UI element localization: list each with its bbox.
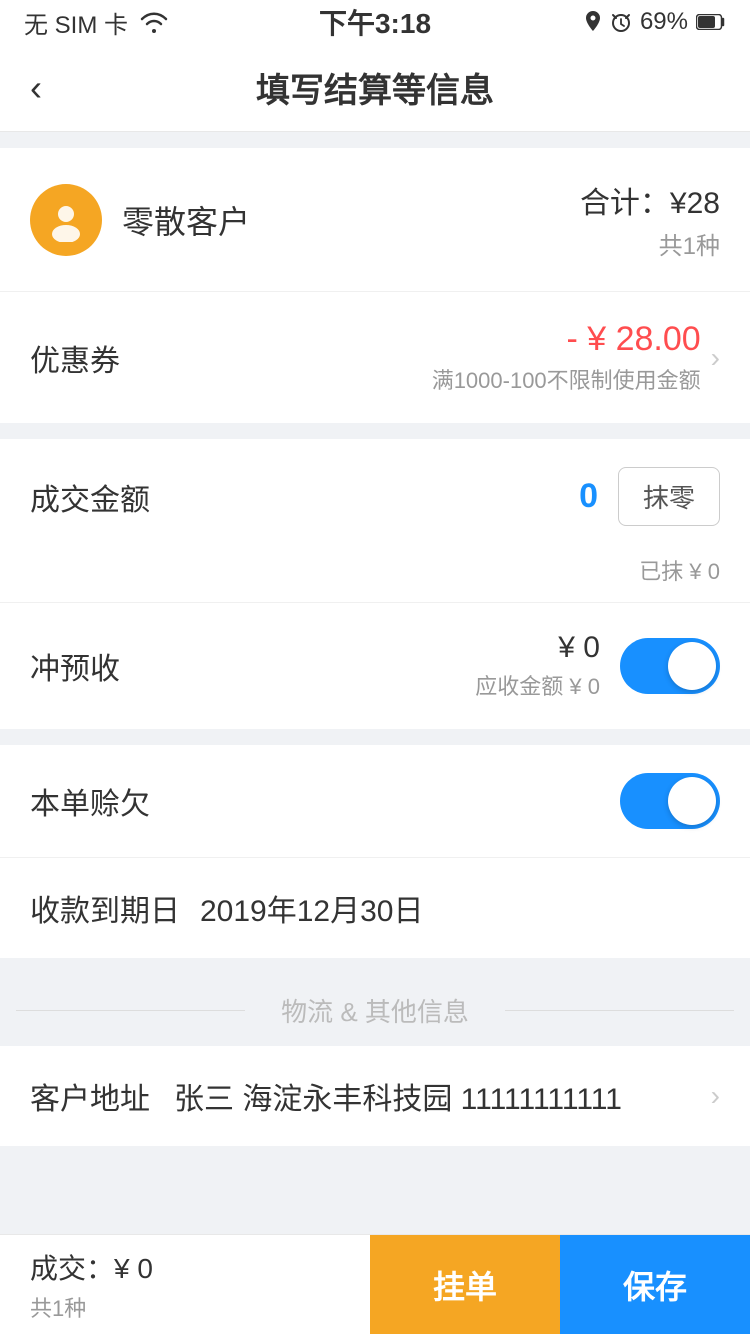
due-date-row: 收款到期日 2019年12月30日 xyxy=(0,857,750,958)
customer-row: 零散客户 合计：¥28 共1种 xyxy=(0,148,750,291)
address-label: 客户地址 xyxy=(30,1074,150,1118)
page-title: 填写结算等信息 xyxy=(256,63,494,112)
avatar xyxy=(30,184,102,256)
prereceive-toggle[interactable] xyxy=(620,638,720,694)
prereceive-right: ¥ 0 应收金额 ¥ 0 xyxy=(475,631,720,701)
round-zero-button[interactable]: 抹零 xyxy=(618,467,720,526)
address-value: 张三 海淀永丰科技园 11111111111 xyxy=(174,1074,701,1118)
toggle-knob xyxy=(668,642,716,690)
debt-label: 本单赊欠 xyxy=(30,779,150,823)
wifi-icon xyxy=(138,11,170,33)
divider-line-right xyxy=(505,1010,734,1011)
coupon-desc: 满1000-100不限制使用金额 xyxy=(432,363,701,395)
deal-sub-text: 已抹 ¥ 0 xyxy=(0,554,750,602)
bottom-deal-label: 成交：¥ 0 xyxy=(30,1247,340,1287)
debt-row: 本单赊欠 xyxy=(0,745,750,857)
customer-summary: 合计：¥28 共1种 xyxy=(580,178,720,261)
hold-button[interactable]: 挂单 xyxy=(370,1235,560,1334)
total-count: 共1种 xyxy=(580,226,720,261)
customer-left: 零散客户 xyxy=(30,184,250,256)
debt-toggle-knob xyxy=(668,777,716,825)
prereceive-values: ¥ 0 应收金额 ¥ 0 xyxy=(475,631,600,701)
debt-toggle[interactable] xyxy=(620,773,720,829)
chevron-right-icon: › xyxy=(711,342,720,374)
bottom-bar: 成交：¥ 0 共1种 挂单 保存 xyxy=(0,1234,750,1334)
due-date-label: 收款到期日 xyxy=(30,886,180,930)
coupon-right: - ¥ 28.00 满1000-100不限制使用金额 › xyxy=(432,320,720,395)
deal-value: 0 xyxy=(579,477,598,516)
status-right: 69% xyxy=(584,8,726,36)
customer-name: 零散客户 xyxy=(122,197,250,243)
battery-icon xyxy=(696,14,726,30)
due-date-value: 2019年12月30日 xyxy=(200,886,423,930)
location-icon xyxy=(584,11,602,33)
status-bar: 无 SIM 卡 下午3:18 69% xyxy=(0,0,750,44)
logistics-label: 物流 & 其他信息 xyxy=(281,992,469,1029)
alarm-icon xyxy=(610,11,632,33)
save-button[interactable]: 保存 xyxy=(560,1235,750,1334)
address-section[interactable]: 客户地址 张三 海淀永丰科技园 11111111111 › xyxy=(0,1046,750,1146)
deal-amount-section: 成交金额 0 抹零 已抹 ¥ 0 冲预收 ¥ 0 应收金额 ¥ 0 xyxy=(0,439,750,729)
nav-bar: ‹ 填写结算等信息 xyxy=(0,44,750,132)
prereceive-sub-value: 应收金额 ¥ 0 xyxy=(475,669,600,701)
prereceive-main-value: ¥ 0 xyxy=(475,631,600,665)
bottom-count-label: 共1种 xyxy=(30,1291,340,1323)
deal-right: 0 抹零 xyxy=(579,467,720,526)
deal-amount-label: 成交金额 xyxy=(30,475,150,519)
coupon-label: 优惠券 xyxy=(30,336,120,380)
carrier-label: 无 SIM 卡 xyxy=(24,5,128,40)
coupon-row[interactable]: 优惠券 - ¥ 28.00 满1000-100不限制使用金额 › xyxy=(0,291,750,423)
logistics-divider: 物流 & 其他信息 xyxy=(0,974,750,1046)
bottom-info: 成交：¥ 0 共1种 xyxy=(0,1235,370,1334)
prereceive-row: 冲预收 ¥ 0 应收金额 ¥ 0 xyxy=(0,602,750,729)
debt-section: 本单赊欠 收款到期日 2019年12月30日 xyxy=(0,745,750,958)
status-left: 无 SIM 卡 xyxy=(24,5,170,40)
deal-amount-row: 成交金额 0 抹零 xyxy=(0,439,750,554)
customer-section: 零散客户 合计：¥28 共1种 优惠券 - ¥ 28.00 满1000-100不… xyxy=(0,148,750,423)
back-button[interactable]: ‹ xyxy=(30,67,42,109)
divider-line-left xyxy=(16,1010,245,1011)
address-chevron-icon: › xyxy=(711,1080,720,1112)
total-amount: 合计：¥28 xyxy=(580,178,720,222)
prereceive-label: 冲预收 xyxy=(30,644,120,688)
battery-label: 69% xyxy=(640,8,688,36)
coupon-amount: - ¥ 28.00 xyxy=(432,320,701,359)
status-time: 下午3:18 xyxy=(319,2,431,42)
